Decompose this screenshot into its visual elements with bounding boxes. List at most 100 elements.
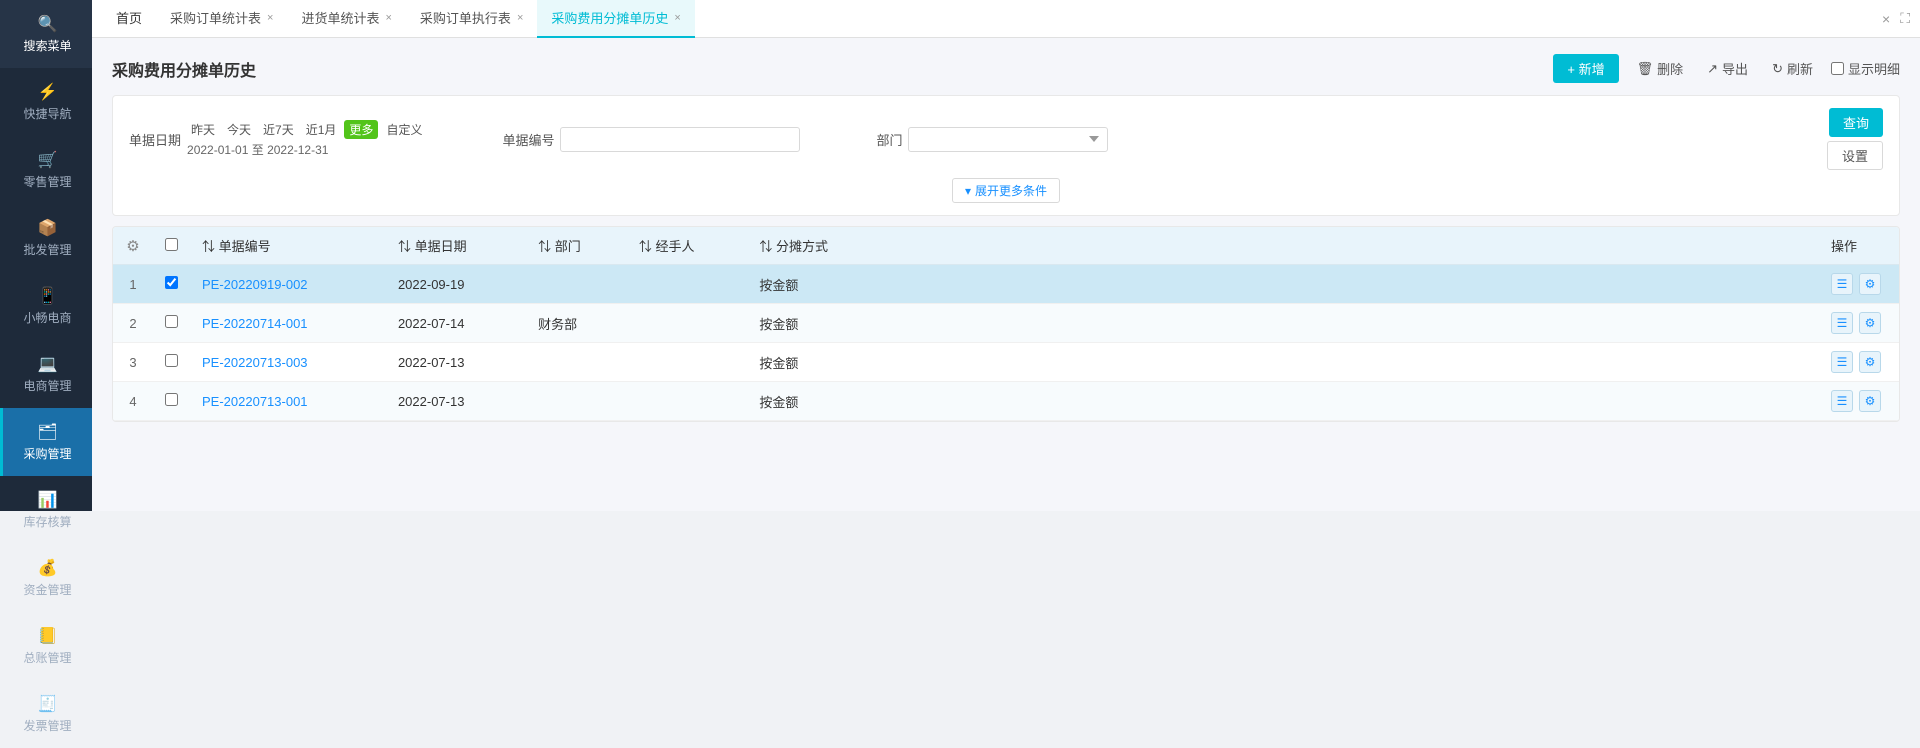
more-btn-2[interactable]: ⚙ — [1859, 312, 1881, 334]
tab-close-incoming-stat[interactable]: × — [385, 12, 391, 24]
page-content: 采购费用分摊单历史 + 新增 🗑 删除 ↗ 导出 ↻ 刷新 显示明细 — [92, 38, 1920, 511]
settings-cog-icon[interactable]: ⚙ — [126, 238, 139, 255]
main-content: 首页采购订单统计表×进货单统计表×采购订单执行表×采购费用分摊单历史× × ⛶ … — [92, 0, 1920, 511]
sidebar-item-ecommerce[interactable]: 💻电商管理 — [0, 340, 92, 408]
tab-purchase-cost-history[interactable]: 采购费用分摊单历史 × — [537, 0, 694, 38]
col-handler: ⇅ 经手人 — [627, 227, 748, 265]
row-checkbox-input-3[interactable] — [165, 354, 178, 367]
data-table: ⚙ ⇅ 单据编号 ⇅ 单据日期 ⇅ 部门 — [113, 227, 1899, 421]
sidebar-label-finance: 资金管理 — [23, 583, 71, 597]
header-actions: + 新增 🗑 删除 ↗ 导出 ↻ 刷新 显示明细 — [1553, 54, 1900, 83]
table-container: ⚙ ⇅ 单据编号 ⇅ 单据日期 ⇅ 部门 — [112, 226, 1900, 422]
maximize-icon[interactable]: ⛶ — [1900, 10, 1910, 27]
delete-button[interactable]: 🗑 删除 — [1631, 55, 1690, 82]
row-bill-no-1[interactable]: PE-20220919-002 — [190, 265, 386, 304]
show-cols-checkbox[interactable]: 显示明细 — [1831, 59, 1900, 78]
row-split-method-4: 按金额 — [747, 382, 1819, 421]
tab-purchase-order-exec[interactable]: 采购订单执行表× — [406, 0, 537, 38]
row-dept-4 — [526, 382, 627, 421]
row-bill-no-3[interactable]: PE-20220713-003 — [190, 343, 386, 382]
sidebar-item-finance[interactable]: 💰 资金管理 — [0, 544, 92, 612]
tab-bar-right: × ⛶ — [1882, 10, 1910, 27]
table-row: 4 PE-20220713-001 2022-07-13 按金额 ☰ ⚙ — [113, 382, 1899, 421]
date-filter: 单据日期 昨天 今天 近7天 近1月 更多 自定义 2022-01-01 至 2… — [129, 120, 426, 158]
search-button[interactable]: 查询 — [1829, 108, 1883, 137]
row-num-2: 2 — [113, 304, 153, 343]
col-actions: 操作 — [1819, 227, 1899, 265]
row-dept-2: 财务部 — [526, 304, 627, 343]
refresh-icon: ↻ — [1772, 61, 1783, 77]
more-btn-4[interactable]: ⚙ — [1859, 390, 1881, 412]
row-checkbox-input-4[interactable] — [165, 393, 178, 406]
tab-purchase-order-stat[interactable]: 采购订单统计表× — [156, 0, 287, 38]
sidebar-item-purchase[interactable]: 🗂采购管理 — [0, 408, 92, 476]
yesterday-btn[interactable]: 昨天 — [187, 120, 219, 139]
view-btn-3[interactable]: ☰ — [1831, 351, 1853, 373]
more-btn-1[interactable]: ⚙ — [1859, 273, 1881, 295]
sidebar-icon-inventory: 📊 — [3, 490, 92, 510]
row-checkbox-1 — [153, 265, 190, 304]
row-bill-date-3: 2022-07-13 — [386, 343, 526, 382]
op-icons-1: ☰ ⚙ — [1831, 273, 1887, 295]
sidebar-icon-ledger: 📒 — [3, 626, 92, 646]
select-all-checkbox[interactable] — [165, 238, 178, 251]
row-bill-date-1: 2022-09-19 — [386, 265, 526, 304]
row-checkbox-input-1[interactable] — [165, 276, 178, 289]
sidebar-item-wholesale[interactable]: 📦批发管理 — [0, 204, 92, 272]
sidebar-label-invoice: 发票管理 — [23, 719, 71, 733]
sidebar-icon-ecommerce: 💻 — [3, 354, 92, 374]
add-button[interactable]: + 新增 — [1553, 54, 1618, 83]
export-button[interactable]: ↗ 导出 — [1701, 55, 1754, 82]
settings-filter-button[interactable]: 设置 — [1827, 141, 1883, 170]
more-btn[interactable]: 更多 — [344, 120, 378, 139]
view-btn-4[interactable]: ☰ — [1831, 390, 1853, 412]
row-handler-3 — [627, 343, 748, 382]
1month-btn[interactable]: 近1月 — [302, 120, 341, 139]
tab-close-purchase-order-stat[interactable]: × — [267, 12, 273, 24]
refresh-button[interactable]: ↻ 刷新 — [1766, 55, 1819, 82]
sidebar-label-mini: 小畅电商 — [23, 311, 71, 325]
view-btn-1[interactable]: ☰ — [1831, 273, 1853, 295]
sidebar-item-shortcut[interactable]: ⚡快捷导航 — [0, 68, 92, 136]
sidebar-item-retail[interactable]: 🛒零售管理 — [0, 136, 92, 204]
tab-close-purchase-cost-history[interactable]: × — [674, 12, 680, 24]
sidebar-icon-wholesale: 📦 — [3, 218, 92, 238]
dept-select[interactable]: 财务部 — [908, 127, 1108, 152]
close-window-icon[interactable]: × — [1882, 11, 1890, 27]
page-title: 采购费用分摊单历史 — [112, 57, 256, 81]
sidebar-label-retail: 零售管理 — [23, 175, 71, 189]
date-shortcuts: 昨天 今天 近7天 近1月 更多 自定义 2022-01-01 至 2022-1… — [187, 120, 426, 158]
row-split-method-1: 按金额 — [747, 265, 1819, 304]
custom-btn[interactable]: 自定义 — [382, 120, 426, 139]
table-row: 1 PE-20220919-002 2022-09-19 按金额 ☰ ⚙ — [113, 265, 1899, 304]
row-handler-2 — [627, 304, 748, 343]
row-bill-no-4[interactable]: PE-20220713-001 — [190, 382, 386, 421]
bill-no-input[interactable] — [560, 127, 800, 152]
sidebar-item-invoice[interactable]: 🧾发票管理 — [0, 680, 92, 748]
sidebar-icon-finance: 💰 — [3, 558, 92, 578]
date-range-display: 2022-01-01 至 2022-12-31 — [187, 141, 426, 158]
expand-conditions-button[interactable]: ▾ 展开更多条件 — [952, 178, 1060, 203]
tab-home[interactable]: 首页 — [102, 0, 156, 38]
tab-label-purchase-cost-history: 采购费用分摊单历史 — [551, 8, 668, 27]
tab-close-purchase-order-exec[interactable]: × — [517, 12, 523, 24]
col-split-method: ⇅ 分摊方式 — [747, 227, 1819, 265]
sidebar-item-ledger[interactable]: 📒总账管理 — [0, 612, 92, 680]
today-btn[interactable]: 今天 — [223, 120, 255, 139]
row-checkbox-input-2[interactable] — [165, 315, 178, 328]
table-row: 2 PE-20220714-001 2022-07-14 财务部 按金额 ☰ ⚙ — [113, 304, 1899, 343]
show-cols-input[interactable] — [1831, 62, 1844, 75]
7days-btn[interactable]: 近7天 — [259, 120, 298, 139]
sidebar-item-mini[interactable]: 📱小畅电商 — [0, 272, 92, 340]
tab-incoming-stat[interactable]: 进货单统计表× — [287, 0, 405, 38]
view-btn-2[interactable]: ☰ — [1831, 312, 1853, 334]
row-split-method-3: 按金额 — [747, 343, 1819, 382]
date-label: 单据日期 — [129, 130, 181, 149]
row-bill-no-2[interactable]: PE-20220714-001 — [190, 304, 386, 343]
export-icon: ↗ — [1707, 61, 1718, 77]
row-handler-1 — [627, 265, 748, 304]
more-btn-3[interactable]: ⚙ — [1859, 351, 1881, 373]
sidebar-item-inventory[interactable]: 📊库存核算 — [0, 476, 92, 544]
row-checkbox-2 — [153, 304, 190, 343]
sidebar-item-search[interactable]: 🔍搜索菜单 — [0, 0, 92, 68]
